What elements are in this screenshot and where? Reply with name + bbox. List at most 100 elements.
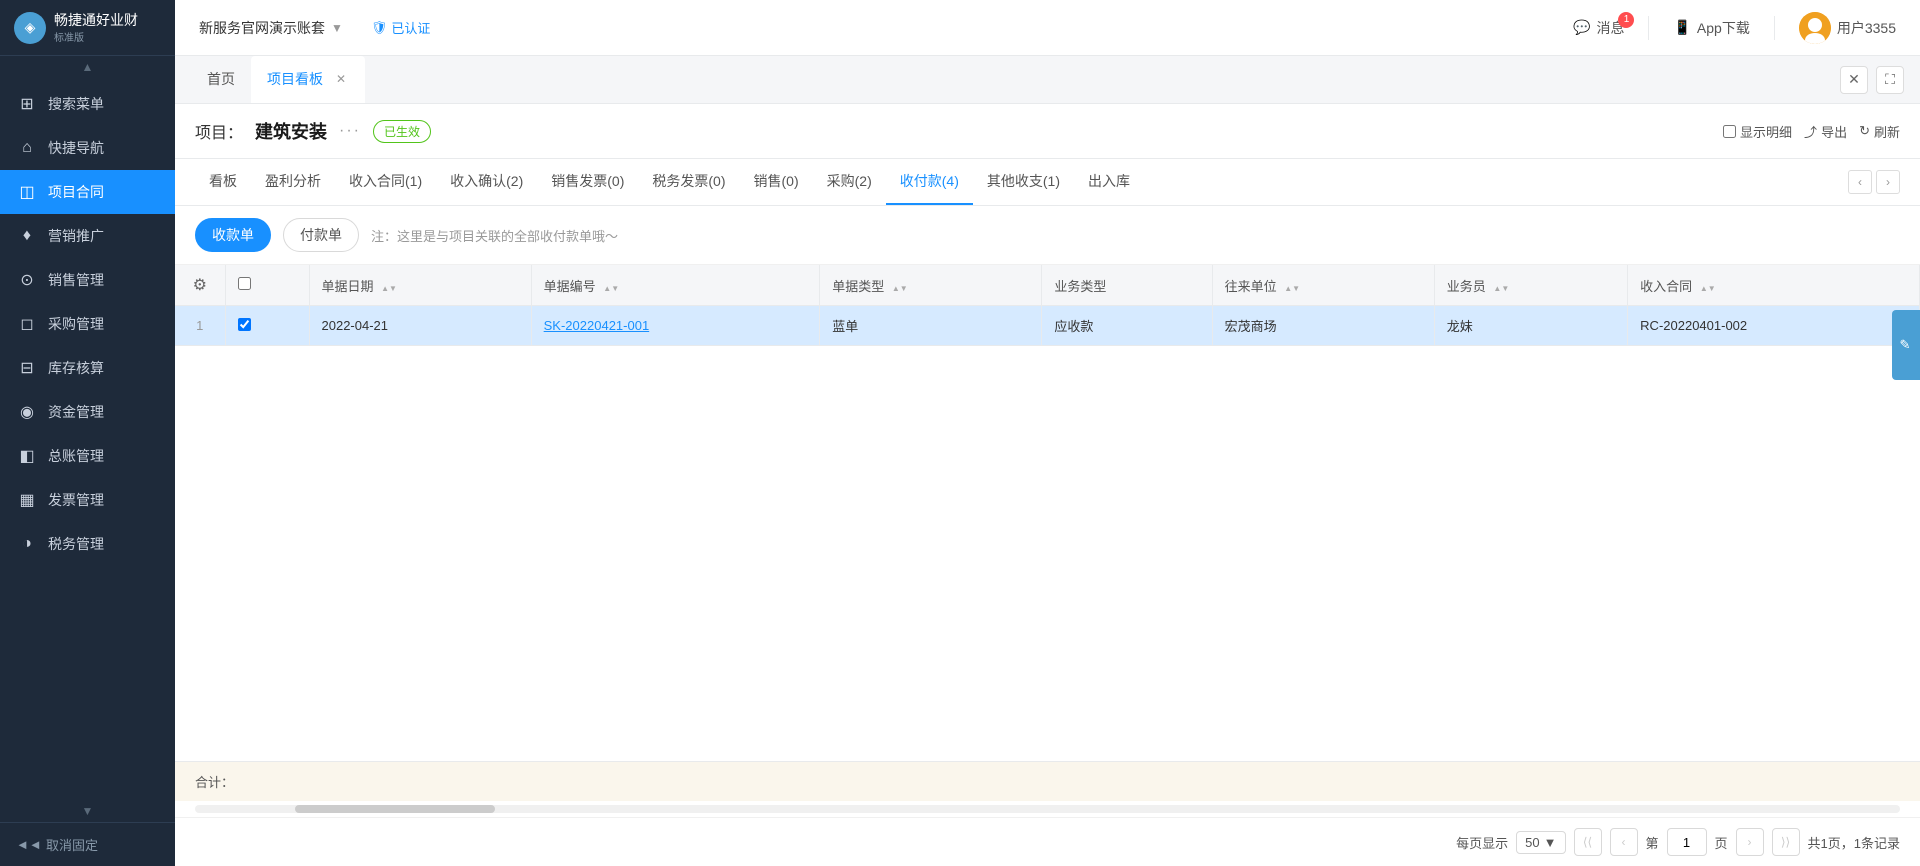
row-number[interactable]: SK-20220421-001 — [531, 306, 820, 346]
tab-close-window-button[interactable]: ✕ — [1840, 66, 1868, 94]
app-badge: 标准版 — [54, 29, 138, 44]
number-column-header[interactable]: 单据编号 ▲▼ — [531, 265, 820, 306]
export-icon: ⤴ — [1804, 122, 1817, 141]
account-name: 新服务官网演示账套 — [199, 18, 325, 38]
partner-column-header[interactable]: 往来单位 ▲▼ — [1212, 265, 1434, 306]
sidebar-item-tax-mgmt[interactable]: ◑ 税务管理 — [0, 522, 175, 566]
show-detail-checkbox[interactable]: 显示明细 — [1723, 122, 1792, 141]
receipt-filter-button[interactable]: 收款单 — [195, 218, 271, 252]
settings-column-header[interactable]: ⚙ — [175, 265, 225, 306]
biz-type-column-header: 业务类型 — [1042, 265, 1212, 306]
sub-tabs: 看板 盈利分析 收入合同(1) 收入确认(2) 销售发票(0) 税务发票(0) … — [175, 159, 1920, 206]
sidebar-item-fund-mgmt[interactable]: ◉ 资金管理 — [0, 390, 175, 434]
tab-maximize-button[interactable]: ⛶ — [1876, 66, 1904, 94]
select-all-checkbox[interactable] — [238, 277, 251, 290]
sidebar-item-label: 项目合同 — [48, 182, 104, 202]
sidebar-item-quick-nav[interactable]: ⌂ 快捷导航 — [0, 126, 175, 170]
first-page-button[interactable]: ⟨⟨ — [1574, 828, 1602, 856]
account-selector[interactable]: 新服务官网演示账套 ▼ — [191, 14, 351, 42]
page-number-input[interactable] — [1667, 828, 1707, 856]
refresh-button[interactable]: ↻ 刷新 — [1859, 122, 1900, 141]
sidebar: ◈ 畅捷通好业财 标准版 ▲ ⊞ 搜索菜单 ⌂ 快捷导航 ◫ 项目合同 ♦ 营销… — [0, 0, 175, 866]
app-download-button[interactable]: 📱 App下载 — [1665, 14, 1757, 42]
tab-project-board[interactable]: 项目看板 ✕ — [251, 56, 365, 103]
sub-tab-income-confirm[interactable]: 收入确认(2) — [436, 159, 537, 205]
sub-tab-sales[interactable]: 销售(0) — [740, 159, 813, 205]
marketing-icon: ♦ — [16, 227, 38, 245]
table-row[interactable]: 1 2022-04-21 SK-20220421-001 蓝单 应收款 宏茂商场… — [175, 306, 1920, 346]
income-contract-column-header[interactable]: 收入合同 ▲▼ — [1628, 265, 1920, 306]
scrollbar-thumb[interactable] — [295, 805, 495, 813]
sub-tab-next-arrow[interactable]: › — [1876, 170, 1900, 194]
sidebar-item-sales-mgmt[interactable]: ⊙ 销售管理 — [0, 258, 175, 302]
message-button[interactable]: 💬 消息 1 — [1565, 14, 1632, 42]
sidebar-pin-toggle[interactable]: ◄◄ 取消固定 — [0, 822, 175, 866]
date-sort-icon[interactable]: ▲▼ — [381, 284, 397, 293]
salesman-sort-icon[interactable]: ▲▼ — [1493, 284, 1509, 293]
tab-home[interactable]: 首页 — [191, 56, 251, 103]
ledger-mgmt-icon: ◧ — [16, 446, 38, 466]
last-page-button[interactable]: ⟩⟩ — [1772, 828, 1800, 856]
unpin-icon: ◄◄ — [16, 837, 38, 852]
tabbar: 首页 项目看板 ✕ ✕ ⛶ — [175, 56, 1920, 104]
quick-nav-icon: ⌂ — [16, 139, 38, 157]
pagination: 每页显示 50 ▼ ⟨⟨ ‹ 第 页 › ⟩⟩ 共1页，1条记录 — [175, 817, 1920, 866]
project-more-icon[interactable]: ··· — [339, 122, 361, 140]
sidebar-scroll-down[interactable]: ▼ — [0, 800, 175, 822]
salesman-column-header[interactable]: 业务员 ▲▼ — [1434, 265, 1627, 306]
sidebar-item-invoice-mgmt[interactable]: ▦ 发票管理 — [0, 478, 175, 522]
prev-page-button[interactable]: ‹ — [1610, 828, 1638, 856]
document-link[interactable]: SK-20220421-001 — [544, 318, 650, 333]
type-sort-icon[interactable]: ▲▼ — [892, 284, 908, 293]
table-header: ⚙ 单据日期 ▲▼ 单据编号 ▲▼ — [175, 265, 1920, 306]
project-title: 建筑安装 — [255, 118, 327, 144]
shield-icon: 🛡 — [371, 20, 388, 36]
income-contract-sort-icon[interactable]: ▲▼ — [1700, 284, 1716, 293]
page-size-selector[interactable]: 50 ▼ — [1516, 831, 1565, 854]
sub-tab-board[interactable]: 看板 — [195, 159, 251, 205]
sidebar-item-project-contract[interactable]: ◫ 项目合同 — [0, 170, 175, 214]
row-type: 蓝单 — [820, 306, 1042, 346]
sub-tab-payment[interactable]: 收付款(4) — [886, 159, 973, 205]
date-column-header[interactable]: 单据日期 ▲▼ — [309, 265, 531, 306]
feedback-button[interactable]: ✎ — [1892, 310, 1920, 380]
inventory-icon: ⊟ — [16, 358, 38, 378]
user-menu-button[interactable]: 用户3355 — [1791, 8, 1904, 48]
sub-tab-tax-invoice[interactable]: 税务发票(0) — [638, 159, 739, 205]
sub-tab-warehouse[interactable]: 出入库 — [1074, 159, 1144, 205]
sub-tab-income-contract[interactable]: 收入合同(1) — [335, 159, 436, 205]
sub-tab-other-expense[interactable]: 其他收支(1) — [973, 159, 1074, 205]
sidebar-item-search[interactable]: ⊞ 搜索菜单 — [0, 82, 175, 126]
row-partner: 宏茂商场 — [1212, 306, 1434, 346]
user-label: 用户3355 — [1837, 18, 1896, 38]
tab-close-icon[interactable]: ✕ — [333, 71, 349, 87]
sub-tab-purchase[interactable]: 采购(2) — [813, 159, 886, 205]
invoice-mgmt-icon: ▦ — [16, 490, 38, 510]
filter-note: 注：这里是与项目关联的全部收付款单哦～ — [371, 226, 618, 245]
search-menu-icon: ⊞ — [16, 94, 38, 114]
tab-project-board-label: 项目看板 — [267, 69, 323, 89]
topbar-right: 💬 消息 1 📱 App下载 用户3355 — [1565, 8, 1904, 48]
sidebar-item-marketing[interactable]: ♦ 营销推广 — [0, 214, 175, 258]
number-sort-icon[interactable]: ▲▼ — [603, 284, 619, 293]
scrollbar-track[interactable] — [195, 805, 1900, 813]
sub-tab-prev-arrow[interactable]: ‹ — [1848, 170, 1872, 194]
show-detail-input[interactable] — [1723, 125, 1736, 138]
sidebar-item-label: 搜索菜单 — [48, 94, 104, 114]
sub-tab-profit[interactable]: 盈利分析 — [251, 159, 335, 205]
sidebar-footer-label: 取消固定 — [46, 835, 98, 854]
sidebar-scroll-up[interactable]: ▲ — [0, 56, 175, 78]
payment-filter-button[interactable]: 付款单 — [283, 218, 359, 252]
row-checkbox[interactable] — [238, 318, 251, 331]
partner-sort-icon[interactable]: ▲▼ — [1284, 284, 1300, 293]
sidebar-item-inventory[interactable]: ⊟ 库存核算 — [0, 346, 175, 390]
next-page-button[interactable]: › — [1736, 828, 1764, 856]
row-salesman: 龙妹 — [1434, 306, 1627, 346]
settings-icon[interactable]: ⚙ — [193, 277, 207, 294]
sub-tab-sales-invoice[interactable]: 销售发票(0) — [537, 159, 638, 205]
sidebar-item-purchase-mgmt[interactable]: ◻ 采购管理 — [0, 302, 175, 346]
export-button[interactable]: ⤴ 导出 — [1804, 122, 1847, 141]
sidebar-item-ledger-mgmt[interactable]: ◧ 总账管理 — [0, 434, 175, 478]
footer-total-label: 合计： — [195, 772, 234, 791]
type-column-header[interactable]: 单据类型 ▲▼ — [820, 265, 1042, 306]
